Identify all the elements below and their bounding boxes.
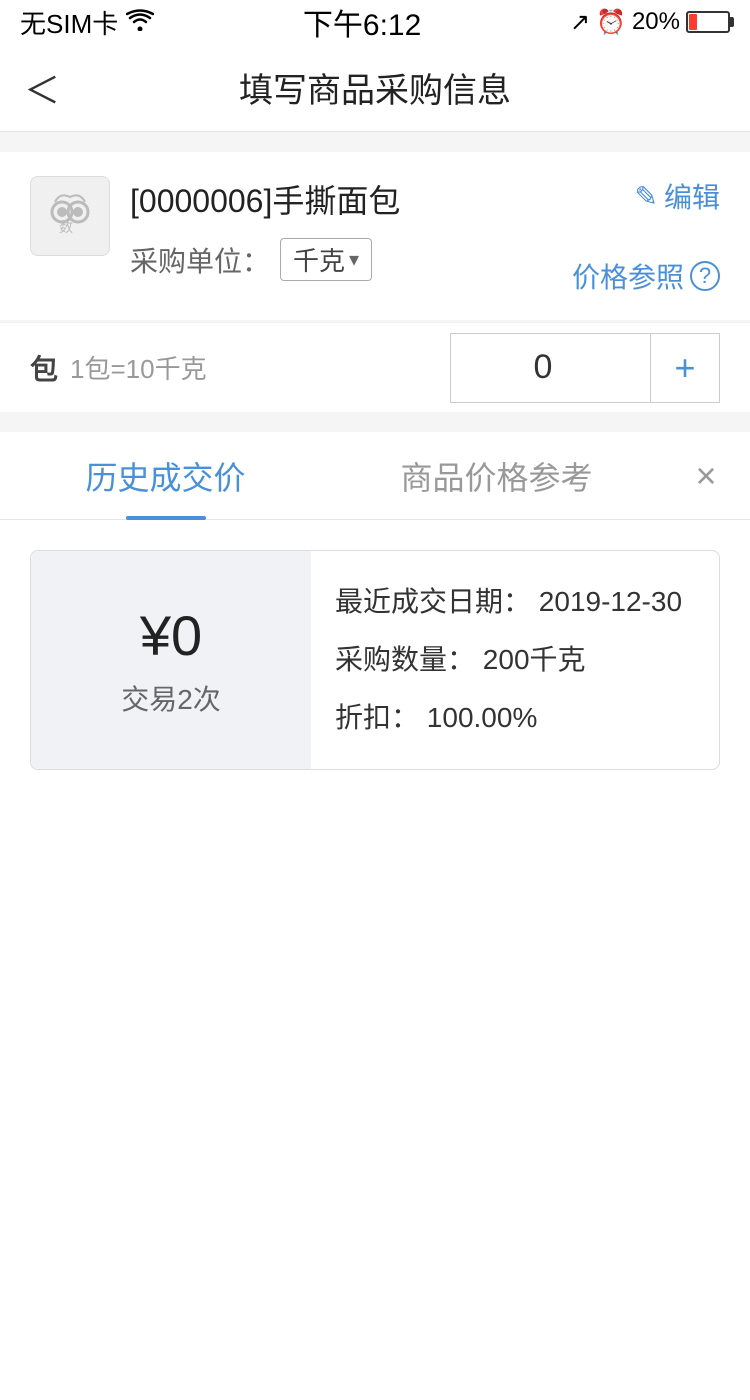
quantity-plus-button[interactable]: +: [650, 333, 720, 403]
product-left: 数 [0000006]手撕面包 采购单位： 千克 ▾: [30, 176, 400, 281]
bottom-space: [0, 800, 750, 1400]
recent-date-value: 2019-12-30: [539, 586, 682, 617]
battery-percent: 20%: [632, 8, 680, 36]
discount-label: 折扣：: [335, 702, 419, 733]
brand-logo-icon: 数: [40, 182, 100, 251]
history-recent-date-row: 最近成交日期： 2019-12-30: [335, 581, 695, 623]
quantity-unit-icon: 包: [30, 348, 58, 388]
unit-label: 采购单位：: [130, 240, 270, 280]
edit-icon: ✎: [635, 180, 658, 213]
quantity-input-row: +: [450, 333, 720, 403]
quantity-label-text: 采购数量：: [335, 644, 475, 675]
history-card: ¥0 交易2次 最近成交日期： 2019-12-30 采购数量： 200千克 折…: [30, 550, 720, 770]
product-card: 数 [0000006]手撕面包 采购单位： 千克 ▾ ✎ 编辑: [0, 152, 750, 320]
quantity-value: 200千克: [483, 644, 586, 675]
unit-value: 千克: [293, 241, 345, 278]
price-ref-question-icon: ?: [690, 261, 720, 291]
history-discount-row: 折扣： 100.00%: [335, 697, 695, 739]
edit-label: 编辑: [664, 176, 720, 216]
wifi-icon: [126, 7, 154, 38]
svg-text:数: 数: [59, 219, 73, 235]
battery-icon: [686, 11, 730, 33]
quantity-section: 包 1包=10千克 +: [0, 322, 750, 412]
tab-history-price-label: 历史成交价: [85, 453, 245, 499]
product-name: [0000006]手撕面包: [130, 176, 400, 222]
quantity-label: 包 1包=10千克: [30, 348, 207, 388]
history-card-right: 最近成交日期： 2019-12-30 采购数量： 200千克 折扣： 100.0…: [311, 551, 719, 769]
product-logo: 数: [30, 176, 110, 256]
edit-button[interactable]: ✎ 编辑: [635, 176, 720, 216]
product-top: 数 [0000006]手撕面包 采购单位： 千克 ▾ ✎ 编辑: [30, 176, 720, 296]
tab-close-button[interactable]: ×: [662, 432, 750, 520]
price-reference-button[interactable]: 价格参照 ?: [572, 256, 720, 296]
history-card-left: ¥0 交易2次: [31, 551, 311, 769]
status-right: ↗ ⏰ 20%: [570, 8, 730, 37]
tab-history-price[interactable]: 历史成交价: [0, 432, 331, 520]
discount-value: 100.00%: [427, 702, 538, 733]
status-left: 无SIM卡: [20, 4, 154, 41]
tabs-section: 历史成交价 商品价格参考 ×: [0, 432, 750, 520]
location-icon: ↗: [570, 8, 590, 37]
recent-date-label: 最近成交日期：: [335, 586, 531, 617]
quantity-input[interactable]: [450, 333, 650, 403]
history-price: ¥0: [140, 603, 202, 668]
history-transactions: 交易2次: [121, 678, 221, 718]
product-info: [0000006]手撕面包 采购单位： 千克 ▾: [130, 176, 400, 281]
network-text: 无SIM卡: [20, 4, 118, 41]
unit-selector[interactable]: 千克 ▾: [280, 238, 372, 281]
alarm-icon: ⏰: [596, 8, 626, 37]
status-time: 下午6:12: [303, 0, 421, 44]
status-bar: 无SIM卡 下午6:12 ↗ ⏰ 20%: [0, 0, 750, 44]
tab-product-price-reference[interactable]: 商品价格参考: [331, 432, 662, 520]
price-ref-label: 价格参照: [572, 256, 684, 296]
tab-product-price-reference-label: 商品价格参考: [400, 453, 592, 499]
history-quantity-row: 采购数量： 200千克: [335, 639, 695, 681]
back-button[interactable]: ＜: [24, 62, 60, 114]
product-unit-row: 采购单位： 千克 ▾: [130, 238, 400, 281]
header: ＜ 填写商品采购信息: [0, 44, 750, 132]
page-title: 填写商品采购信息: [239, 63, 511, 112]
unit-dropdown-arrow: ▾: [349, 247, 359, 272]
history-content: ¥0 交易2次 最近成交日期： 2019-12-30 采购数量： 200千克 折…: [0, 520, 750, 800]
quantity-hint: 1包=10千克: [70, 349, 207, 386]
